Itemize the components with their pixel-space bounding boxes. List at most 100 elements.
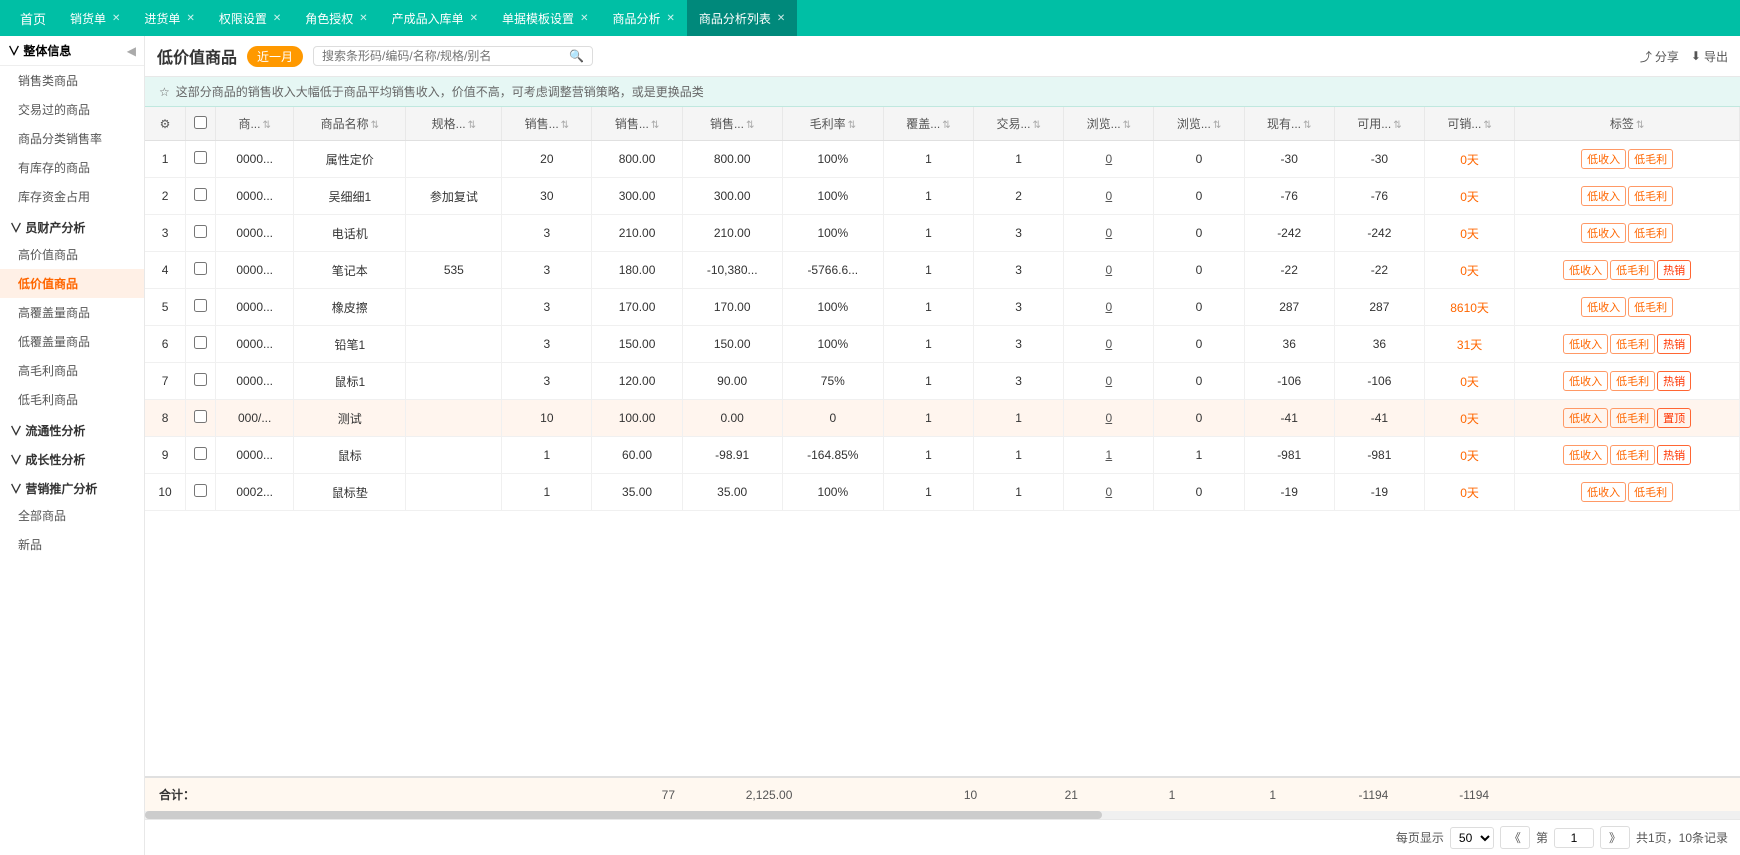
settings-header[interactable]: ⚙ [145, 107, 186, 141]
nav-home[interactable]: 首页 [8, 0, 58, 36]
close-icon[interactable]: ✕ [186, 13, 194, 24]
th-transaction[interactable]: 交易...⇅ [974, 107, 1064, 141]
sidebar-item-low-coverage[interactable]: 低覆盖量商品 [0, 327, 144, 356]
td-checkbox[interactable] [186, 437, 216, 474]
th-coverage[interactable]: 覆盖...⇅ [883, 107, 973, 141]
th-gross-margin[interactable]: 毛利率⇅ [782, 107, 883, 141]
row-checkbox[interactable] [194, 484, 207, 497]
browse1-link[interactable]: 0 [1105, 374, 1112, 388]
sidebar-item-inventory-fund[interactable]: 库存资金占用 [0, 182, 144, 211]
row-checkbox[interactable] [194, 336, 207, 349]
page-number-input[interactable] [1554, 828, 1594, 848]
search-icon[interactable]: 🔍 [569, 49, 584, 63]
close-icon[interactable]: ✕ [273, 13, 281, 24]
checkbox-header[interactable] [186, 107, 216, 141]
sort-icon: ⇅ [1483, 120, 1491, 131]
th-code[interactable]: 商...⇅ [216, 107, 294, 141]
td-checkbox[interactable] [186, 215, 216, 252]
nav-analysis-list[interactable]: 商品分析列表 ✕ [687, 0, 797, 36]
close-icon[interactable]: ✕ [777, 13, 785, 24]
per-page-select[interactable]: 50 [1450, 827, 1494, 849]
td-checkbox[interactable] [186, 363, 216, 400]
close-icon[interactable]: ✕ [359, 13, 367, 24]
filter-button[interactable]: 近一月 [247, 46, 303, 67]
th-name[interactable]: 商品名称⇅ [294, 107, 406, 141]
sidebar-group-marketing: ∨ 营销推广分析 [0, 472, 144, 501]
close-icon[interactable]: ✕ [580, 13, 588, 24]
th-sales-amount[interactable]: 销售...⇅ [592, 107, 682, 141]
td-checkbox[interactable] [186, 400, 216, 437]
sidebar-item-high-coverage[interactable]: 高覆盖量商品 [0, 298, 144, 327]
settings-icon[interactable]: ⚙ [160, 117, 171, 131]
browse1-link[interactable]: 1 [1105, 448, 1112, 462]
td-checkbox[interactable] [186, 474, 216, 511]
close-icon[interactable]: ✕ [112, 13, 120, 24]
row-checkbox[interactable] [194, 188, 207, 201]
td-checkbox[interactable] [186, 141, 216, 178]
td-checkbox[interactable] [186, 326, 216, 363]
sidebar-item-stocked-goods[interactable]: 有库存的商品 [0, 153, 144, 182]
th-sales-qty[interactable]: 销售...⇅ [502, 107, 592, 141]
td-sales-amount2: -98.91 [682, 437, 782, 474]
th-browse1[interactable]: 浏览...⇅ [1064, 107, 1154, 141]
sidebar-item-all-goods[interactable]: 全部商品 [0, 501, 144, 530]
nav-permission[interactable]: 权限设置 ✕ [207, 0, 293, 36]
sidebar-item-low-value[interactable]: 低价值商品 [0, 269, 144, 298]
browse1-link[interactable]: 0 [1105, 226, 1112, 240]
row-checkbox[interactable] [194, 410, 207, 423]
sidebar-item-new-goods[interactable]: 新品 [0, 530, 144, 559]
browse1-link[interactable]: 0 [1105, 485, 1112, 499]
nav-role[interactable]: 角色授权 ✕ [293, 0, 379, 36]
th-tags[interactable]: 标签⇅ [1515, 107, 1740, 141]
nav-analysis[interactable]: 商品分析 ✕ [600, 0, 686, 36]
td-checkbox[interactable] [186, 252, 216, 289]
sidebar-item-low-margin[interactable]: 低毛利商品 [0, 385, 144, 414]
td-name: 测试 [294, 400, 406, 437]
browse1-link[interactable]: 0 [1105, 411, 1112, 425]
th-current[interactable]: 现有...⇅ [1244, 107, 1334, 141]
browse1-link[interactable]: 0 [1105, 263, 1112, 277]
th-available[interactable]: 可用...⇅ [1334, 107, 1424, 141]
td-no: 3 [145, 215, 186, 252]
nav-purchase[interactable]: 进货单 ✕ [132, 0, 206, 36]
nav-sales[interactable]: 销货单 ✕ [58, 0, 132, 36]
nav-template[interactable]: 单据模板设置 ✕ [490, 0, 600, 36]
collapse-icon[interactable]: ◀ [127, 44, 136, 58]
footer-spacer6 [1525, 788, 1626, 802]
browse1-link[interactable]: 0 [1105, 337, 1112, 351]
th-browse2[interactable]: 浏览...⇅ [1154, 107, 1244, 141]
th-spec[interactable]: 规格...⇅ [406, 107, 502, 141]
share-button[interactable]: ⤴ 分享 [1640, 48, 1679, 65]
sidebar-item-high-value[interactable]: 高价值商品 [0, 240, 144, 269]
scrollbar-track[interactable] [145, 811, 1740, 819]
browse1-link[interactable]: 0 [1105, 189, 1112, 203]
td-checkbox[interactable] [186, 178, 216, 215]
th-saleable[interactable]: 可销...⇅ [1424, 107, 1514, 141]
sidebar-item-sales-goods[interactable]: 销售类商品 [0, 66, 144, 95]
select-all-checkbox[interactable] [194, 116, 207, 129]
search-input[interactable] [322, 49, 565, 63]
scrollbar-thumb[interactable] [145, 811, 1102, 819]
close-icon[interactable]: ✕ [666, 13, 674, 24]
close-icon[interactable]: ✕ [470, 13, 478, 24]
th-sales-amount2[interactable]: 销售...⇅ [682, 107, 782, 141]
row-checkbox[interactable] [194, 447, 207, 460]
browse1-link[interactable]: 0 [1105, 152, 1112, 166]
td-spec [406, 400, 502, 437]
row-checkbox[interactable] [194, 262, 207, 275]
td-transaction: 3 [974, 215, 1064, 252]
row-checkbox[interactable] [194, 373, 207, 386]
td-sales-amount: 60.00 [592, 437, 682, 474]
sidebar-item-traded-goods[interactable]: 交易过的商品 [0, 95, 144, 124]
browse1-link[interactable]: 0 [1105, 300, 1112, 314]
prev-page-button[interactable]: 《 [1500, 826, 1530, 849]
next-page-button[interactable]: 》 [1600, 826, 1630, 849]
nav-product-in[interactable]: 产成品入库单 ✕ [380, 0, 490, 36]
td-checkbox[interactable] [186, 289, 216, 326]
export-button[interactable]: ⬇ 导出 [1691, 48, 1728, 65]
row-checkbox[interactable] [194, 299, 207, 312]
row-checkbox[interactable] [194, 151, 207, 164]
sidebar-item-category-sales[interactable]: 商品分类销售率 [0, 124, 144, 153]
row-checkbox[interactable] [194, 225, 207, 238]
sidebar-item-high-margin[interactable]: 高毛利商品 [0, 356, 144, 385]
